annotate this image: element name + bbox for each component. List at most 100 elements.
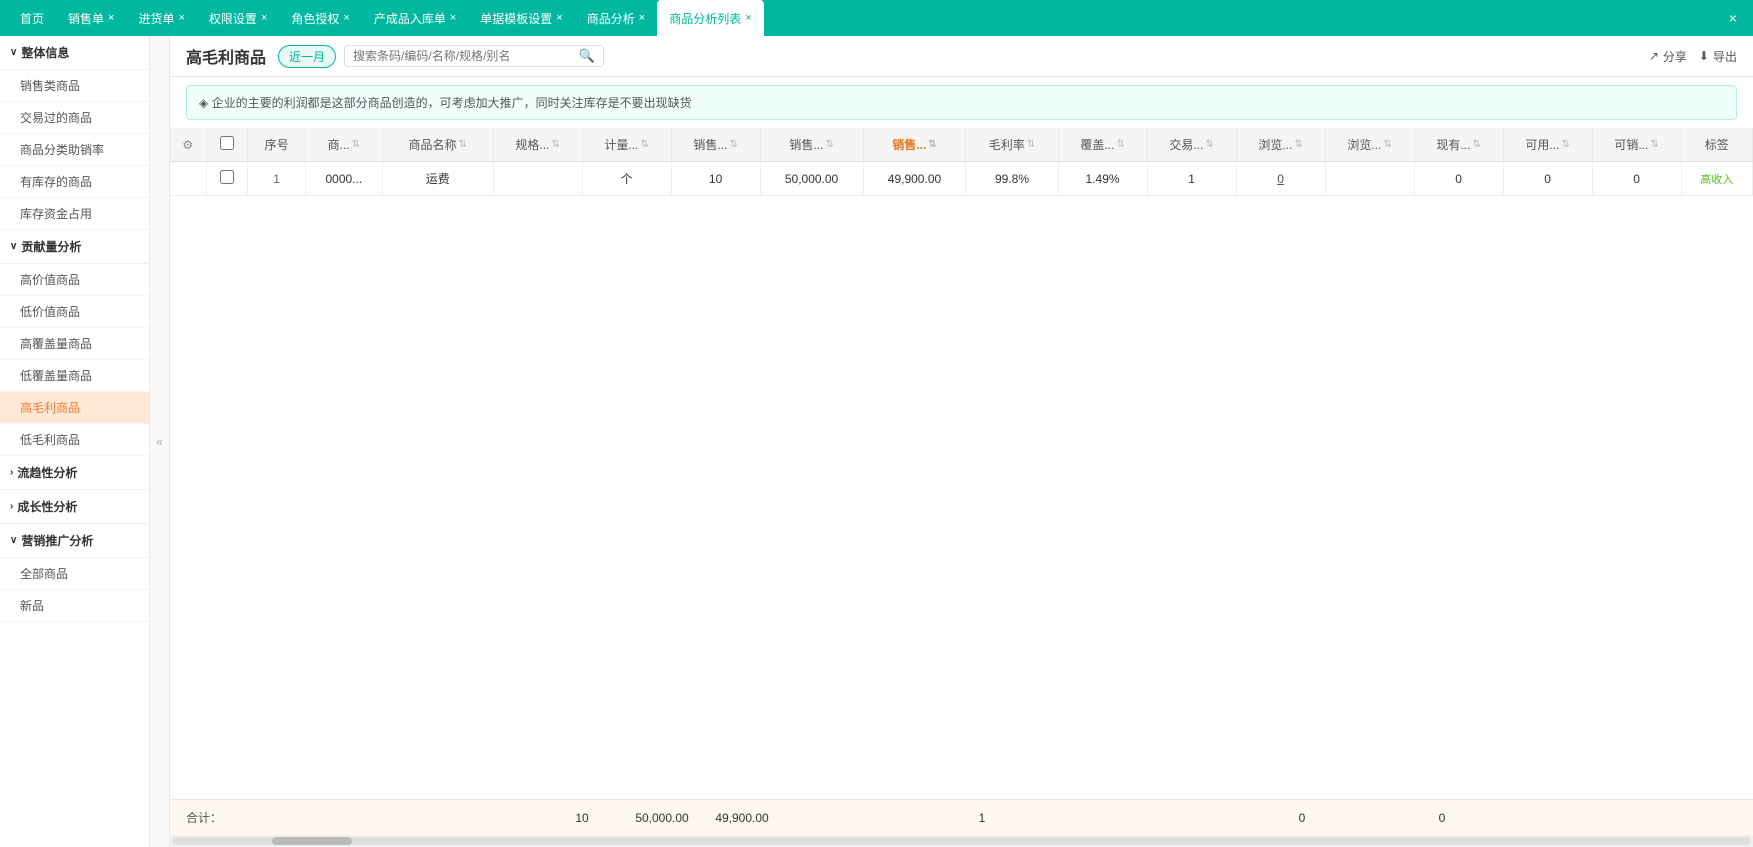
- col-sales-profit[interactable]: 销售...⇅: [863, 128, 966, 162]
- nav-close-purchase[interactable]: ×: [178, 12, 184, 24]
- sort-browse2-icon[interactable]: ⇅: [1383, 139, 1391, 150]
- sidebar-group-marketing[interactable]: ∨ 营销推广分析: [0, 524, 149, 558]
- sidebar-item-low-coverage[interactable]: 低覆盖量商品: [0, 360, 149, 392]
- col-trade[interactable]: 交易...⇅: [1147, 128, 1236, 162]
- info-banner-text: ◈ 企业的主要的利润都是这部分商品创造的，可考虑加大推广，同时关注库存是不要出现…: [199, 94, 692, 111]
- col-current-stock[interactable]: 现有...⇅: [1414, 128, 1503, 162]
- sidebar-item-traded-goods[interactable]: 交易过的商品: [0, 102, 149, 134]
- sidebar-item-new-goods[interactable]: 新品: [0, 590, 149, 622]
- nav-item-template[interactable]: 单据模板设置 ×: [468, 0, 574, 36]
- nav-item-role[interactable]: 角色授权 ×: [279, 0, 361, 36]
- header-actions: ↗ 分享 ⬇ 导出: [1649, 48, 1737, 65]
- nav-close-permission[interactable]: ×: [261, 12, 267, 24]
- cell-check[interactable]: [206, 162, 248, 196]
- settings-icon[interactable]: ⚙: [182, 138, 193, 152]
- nav-item-analysis[interactable]: 商品分析 ×: [575, 0, 657, 36]
- sort-sales-profit-icon[interactable]: ⇅: [928, 139, 936, 150]
- col-unit[interactable]: 计量...⇅: [582, 128, 671, 162]
- nav-close-analysis-list[interactable]: ×: [745, 12, 751, 24]
- sort-available-stock-icon[interactable]: ⇅: [1561, 139, 1569, 150]
- nav-item-purchase[interactable]: 进货单 ×: [126, 0, 196, 36]
- cell-gear: [170, 162, 206, 196]
- nav-close-role[interactable]: ×: [343, 12, 349, 24]
- col-name[interactable]: 商品名称⇅: [382, 128, 493, 162]
- row-checkbox[interactable]: [220, 170, 234, 184]
- nav-item-sales-label: 销售单: [68, 10, 104, 27]
- sort-gross-rate-icon[interactable]: ⇅: [1027, 139, 1035, 150]
- sidebar-item-low-margin[interactable]: 低毛利商品: [0, 424, 149, 456]
- col-sales-count[interactable]: 销售...⇅: [671, 128, 760, 162]
- sidebar-group-overall-label: 整体信息: [21, 44, 69, 61]
- sidebar-item-low-value[interactable]: 低价值商品: [0, 296, 149, 328]
- sort-browse1-icon[interactable]: ⇅: [1294, 139, 1302, 150]
- share-button[interactable]: ↗ 分享: [1649, 48, 1687, 65]
- sidebar-item-all-goods[interactable]: 全部商品: [0, 558, 149, 590]
- col-available-stock[interactable]: 可用...⇅: [1503, 128, 1592, 162]
- info-banner: ◈ 企业的主要的利润都是这部分商品创造的，可考虑加大推广，同时关注库存是不要出现…: [186, 85, 1737, 120]
- scrollbar-track: [172, 837, 1751, 845]
- nav-item-home[interactable]: 首页: [8, 0, 56, 36]
- nav-close-product-in[interactable]: ×: [450, 12, 456, 24]
- select-all-checkbox[interactable]: [220, 136, 234, 150]
- col-saleable-stock[interactable]: 可销...⇅: [1592, 128, 1681, 162]
- content-header: 高毛利商品 近一月 🔍 ↗ 分享 ⬇ 导出: [170, 36, 1753, 77]
- sidebar-group-contribution[interactable]: ∨ 贡献量分析: [0, 230, 149, 264]
- nav-item-analysis-list[interactable]: 商品分析列表 ×: [657, 0, 763, 36]
- search-icon[interactable]: 🔍: [579, 48, 595, 64]
- col-check[interactable]: [206, 128, 248, 162]
- sidebar-item-stock-capital[interactable]: 库存资金占用: [0, 198, 149, 230]
- nav-close-template[interactable]: ×: [556, 12, 562, 24]
- scrollbar-thumb[interactable]: [272, 837, 352, 845]
- sort-sales-amount-icon[interactable]: ⇅: [825, 139, 833, 150]
- sidebar-group-growth-label: 成长性分析: [17, 498, 77, 515]
- cell-unit: 个: [582, 162, 671, 196]
- nav-close-sales[interactable]: ×: [108, 12, 114, 24]
- nav-close-window[interactable]: ×: [1721, 10, 1745, 26]
- nav-item-analysis-list-label: 商品分析列表: [669, 10, 741, 27]
- nav-close-analysis[interactable]: ×: [639, 12, 645, 24]
- sort-coverage-icon[interactable]: ⇅: [1116, 139, 1124, 150]
- nav-item-template-label: 单据模板设置: [480, 10, 552, 27]
- sidebar-item-category-assist[interactable]: 商品分类助销率: [0, 134, 149, 166]
- horizontal-scrollbar[interactable]: [170, 835, 1753, 847]
- col-gross-rate[interactable]: 毛利率⇅: [966, 128, 1058, 162]
- col-sales-amount[interactable]: 销售...⇅: [760, 128, 863, 162]
- nav-item-purchase-label: 进货单: [138, 10, 174, 27]
- sort-unit-icon[interactable]: ⇅: [640, 139, 648, 150]
- col-gear[interactable]: ⚙: [170, 128, 206, 162]
- sort-code-icon[interactable]: ⇅: [352, 139, 360, 150]
- sort-sales-count-icon[interactable]: ⇅: [729, 139, 737, 150]
- sidebar-item-high-margin[interactable]: 高毛利商品: [0, 392, 149, 424]
- sort-saleable-stock-icon[interactable]: ⇅: [1650, 139, 1658, 150]
- nav-item-product-in[interactable]: 产成品入库单 ×: [362, 0, 468, 36]
- sidebar-collapse-button[interactable]: «: [150, 36, 170, 847]
- col-browse1[interactable]: 浏览...⇅: [1236, 128, 1325, 162]
- nav-item-sales[interactable]: 销售单 ×: [56, 0, 126, 36]
- col-spec[interactable]: 规格...⇅: [493, 128, 582, 162]
- nav-item-role-label: 角色授权: [291, 10, 339, 27]
- sort-trade-icon[interactable]: ⇅: [1205, 139, 1213, 150]
- nav-item-permission[interactable]: 权限设置 ×: [197, 0, 279, 36]
- col-browse2[interactable]: 浏览...⇅: [1325, 128, 1414, 162]
- sort-spec-icon[interactable]: ⇅: [551, 139, 559, 150]
- cell-current-stock: 0: [1414, 162, 1503, 196]
- sidebar-item-sales-goods[interactable]: 销售类商品: [0, 70, 149, 102]
- sidebar-group-flow[interactable]: › 流趋性分析: [0, 456, 149, 490]
- filter-recent-month-button[interactable]: 近一月: [278, 45, 336, 68]
- arrow-overall: ∨: [10, 47, 17, 58]
- sidebar-group-growth[interactable]: › 成长性分析: [0, 490, 149, 524]
- sidebar-item-high-value[interactable]: 高价值商品: [0, 264, 149, 296]
- col-coverage[interactable]: 覆盖...⇅: [1058, 128, 1147, 162]
- sidebar-item-high-coverage[interactable]: 高覆盖量商品: [0, 328, 149, 360]
- sidebar-item-stock-goods[interactable]: 有库存的商品: [0, 166, 149, 198]
- cell-browse1[interactable]: 0: [1236, 162, 1325, 196]
- sidebar-group-overall[interactable]: ∨ 整体信息: [0, 36, 149, 70]
- cell-available-stock: 0: [1503, 162, 1592, 196]
- content-area: 高毛利商品 近一月 🔍 ↗ 分享 ⬇ 导出 ◈ 企业的主要的利润都是这部分商品创…: [170, 36, 1753, 847]
- sidebar: ∨ 整体信息 销售类商品 交易过的商品 商品分类助销率 有库存的商品 库存资金占…: [0, 36, 150, 847]
- col-code[interactable]: 商...⇅: [305, 128, 382, 162]
- sort-name-icon[interactable]: ⇅: [459, 139, 467, 150]
- sort-current-stock-icon[interactable]: ⇅: [1472, 139, 1480, 150]
- search-input[interactable]: [353, 49, 579, 63]
- export-button[interactable]: ⬇ 导出: [1699, 48, 1737, 65]
